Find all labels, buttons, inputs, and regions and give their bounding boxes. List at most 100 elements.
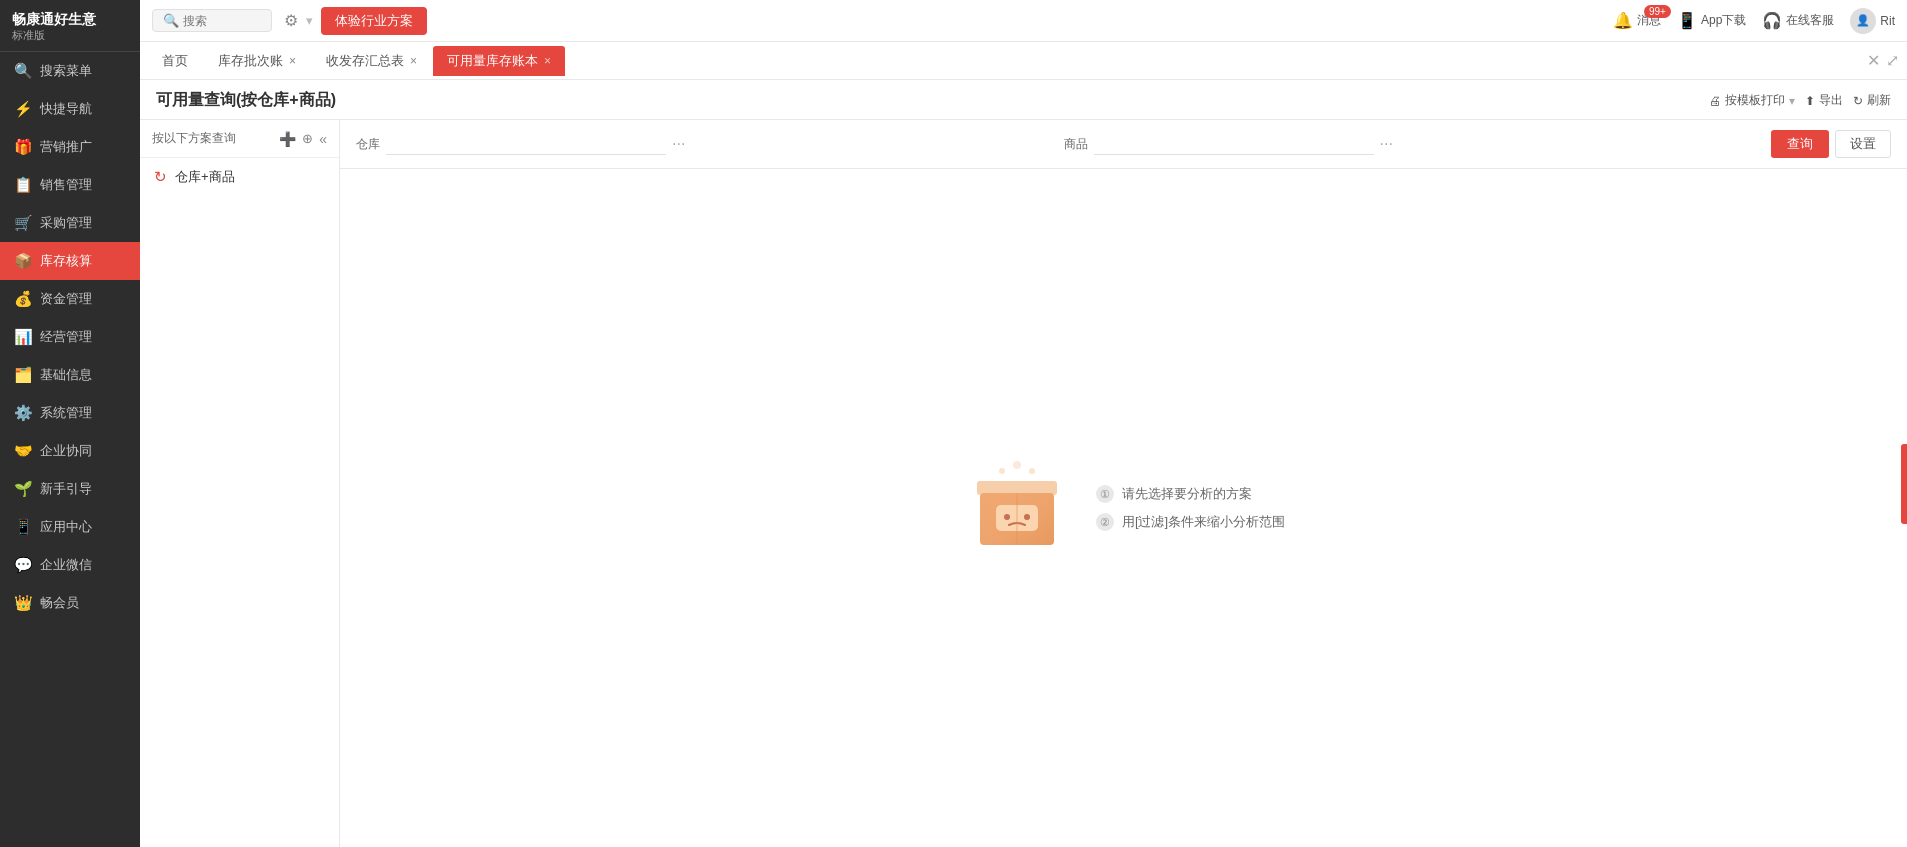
- sidebar-item-sales[interactable]: 📋 销售管理: [0, 166, 140, 204]
- app-name: 畅康通好生意: [12, 10, 128, 28]
- scheme-item-warehouse-product[interactable]: ↻ 仓库+商品: [140, 158, 339, 196]
- svg-point-4: [1004, 514, 1010, 520]
- sidebar-item-newuser[interactable]: 🌱 新手引导: [0, 470, 140, 508]
- print-dropdown-icon[interactable]: ▾: [1789, 94, 1795, 108]
- sidebar-item-label: 畅会员: [40, 594, 79, 612]
- messages-item[interactable]: 🔔 消息 99+: [1613, 11, 1661, 30]
- tab-home-label: 首页: [162, 52, 188, 70]
- product-label: 商品: [1064, 136, 1088, 153]
- app-logo: 畅康通好生意 标准版: [0, 0, 140, 52]
- svg-point-7: [999, 468, 1005, 474]
- scheme-query-label: 按以下方案查询: [152, 130, 236, 147]
- top-header: 🔍 ⚙ ▾ 体验行业方案 🔔 消息 99+ 📱 App下载 🎧 在线客服: [140, 0, 1907, 42]
- svg-point-8: [1013, 461, 1021, 469]
- main-area: 🔍 ⚙ ▾ 体验行业方案 🔔 消息 99+ 📱 App下载 🎧 在线客服: [140, 0, 1907, 847]
- empty-hint-2: ② 用[过滤]条件来缩小分析范围: [1096, 513, 1285, 531]
- gear-icon: ⚙️: [14, 404, 32, 422]
- user-name: Rit: [1880, 14, 1895, 28]
- export-icon: ⬆: [1805, 94, 1815, 108]
- search-input[interactable]: [183, 14, 263, 28]
- customer-service-item[interactable]: 🎧 在线客服: [1762, 11, 1834, 30]
- app-download-label: App下载: [1701, 12, 1746, 29]
- refresh-action[interactable]: ↻ 刷新: [1853, 92, 1891, 109]
- tab-close-all-icon[interactable]: ✕: [1867, 51, 1880, 70]
- sidebar-item-search[interactable]: 🔍 搜索菜单: [0, 52, 140, 90]
- sprout-icon: 🌱: [14, 480, 32, 498]
- settings-button[interactable]: 设置: [1835, 130, 1891, 158]
- refresh-label: 刷新: [1867, 92, 1891, 109]
- empty-hint-1: ① 请先选择要分析的方案: [1096, 485, 1285, 503]
- warehouse-field: 仓库 ···: [356, 134, 1048, 155]
- settings-icon[interactable]: ⚙: [280, 7, 302, 34]
- tab-batch[interactable]: 库存批次账 ×: [204, 46, 310, 76]
- quicknav-icon: ⚡: [14, 100, 32, 118]
- sidebar-item-operations[interactable]: 📊 经营管理: [0, 318, 140, 356]
- sidebar-item-label: 新手引导: [40, 480, 92, 498]
- sidebar-item-label: 快捷导航: [40, 100, 92, 118]
- sidebar-item-wechat[interactable]: 💬 企业微信: [0, 546, 140, 584]
- header-right: 🔔 消息 99+ 📱 App下载 🎧 在线客服 👤 Rit: [1613, 8, 1895, 34]
- chart-icon: 📊: [14, 328, 32, 346]
- panel-header-icons: ➕ ⊕ «: [279, 131, 327, 147]
- refresh-icon: ↻: [1853, 94, 1863, 108]
- sidebar-item-label: 营销推广: [40, 138, 92, 156]
- trial-button[interactable]: 体验行业方案: [321, 7, 427, 35]
- export-action[interactable]: ⬆ 导出: [1805, 92, 1843, 109]
- wechat-icon: 💬: [14, 556, 32, 574]
- empty-state: ① 请先选择要分析的方案 ② 用[过滤]条件来缩小分析范围: [340, 169, 1907, 847]
- messages-badge: 99+: [1644, 5, 1671, 18]
- sidebar-item-quicknav[interactable]: ⚡ 快捷导航: [0, 90, 140, 128]
- settings-scheme-icon[interactable]: ⊕: [302, 131, 313, 147]
- product-input[interactable]: [1094, 134, 1374, 155]
- tab-available-close-icon[interactable]: ×: [544, 54, 551, 68]
- handshake-icon: 🤝: [14, 442, 32, 460]
- sidebar-item-apps[interactable]: 📱 应用中心: [0, 508, 140, 546]
- sidebar-item-label: 销售管理: [40, 176, 92, 194]
- sidebar-item-system[interactable]: ⚙️ 系统管理: [0, 394, 140, 432]
- right-panel: 仓库 ··· 商品 ··· 查询 设置: [340, 120, 1907, 847]
- tab-summary[interactable]: 收发存汇总表 ×: [312, 46, 431, 76]
- tab-batch-close-icon[interactable]: ×: [289, 54, 296, 68]
- clipboard-icon: 📋: [14, 176, 32, 194]
- bell-icon: 🔔: [1613, 11, 1633, 30]
- sidebar-item-enterprise[interactable]: 🤝 企业协同: [0, 432, 140, 470]
- product-field: 商品 ···: [1064, 134, 1756, 155]
- filter-actions: 查询 设置: [1771, 130, 1891, 158]
- sidebar-item-label: 搜索菜单: [40, 62, 92, 80]
- sidebar-item-member[interactable]: 👑 畅会员: [0, 584, 140, 622]
- collapse-panel-icon[interactable]: «: [319, 131, 327, 147]
- product-more-icon[interactable]: ···: [1380, 135, 1393, 153]
- query-button[interactable]: 查询: [1771, 130, 1829, 158]
- sidebar-item-finance[interactable]: 💰 资金管理: [0, 280, 140, 318]
- sidebar-item-basic[interactable]: 🗂️ 基础信息: [0, 356, 140, 394]
- add-scheme-icon[interactable]: ➕: [279, 131, 296, 147]
- warehouse-input[interactable]: [386, 134, 666, 155]
- app-download-item[interactable]: 📱 App下载: [1677, 11, 1746, 30]
- scroll-indicator[interactable]: [1901, 444, 1907, 524]
- svg-rect-0: [977, 481, 1057, 495]
- filter-bar: 仓库 ··· 商品 ··· 查询 设置: [340, 120, 1907, 169]
- print-action[interactable]: 🖨 按模板打印 ▾: [1709, 92, 1795, 109]
- tab-home[interactable]: 首页: [148, 46, 202, 76]
- tab-summary-close-icon[interactable]: ×: [410, 54, 417, 68]
- sidebar-item-purchase[interactable]: 🛒 采购管理: [0, 204, 140, 242]
- empty-text-block: ① 请先选择要分析的方案 ② 用[过滤]条件来缩小分析范围: [1096, 485, 1285, 531]
- gift-icon: 🎁: [14, 138, 32, 156]
- tab-available[interactable]: 可用量库存账本 ×: [433, 46, 565, 76]
- header-search-box[interactable]: 🔍: [152, 9, 272, 32]
- hint-text-2: 用[过滤]条件来缩小分析范围: [1122, 513, 1285, 531]
- tab-batch-label: 库存批次账: [218, 52, 283, 70]
- sidebar: 畅康通好生意 标准版 🔍 搜索菜单 ⚡ 快捷导航 🎁 营销推广 📋 销售管理 🛒…: [0, 0, 140, 847]
- sidebar-item-inventory[interactable]: 📦 库存核算: [0, 242, 140, 280]
- sidebar-item-label: 基础信息: [40, 366, 92, 384]
- sidebar-scroll: 🔍 搜索菜单 ⚡ 快捷导航 🎁 营销推广 📋 销售管理 🛒 采购管理 📦 库存核…: [0, 52, 140, 847]
- tab-expand-icon[interactable]: ⤢: [1886, 51, 1899, 70]
- tab-bar: 首页 库存批次账 × 收发存汇总表 × 可用量库存账本 × ✕ ⤢: [140, 42, 1907, 80]
- sidebar-item-label: 企业微信: [40, 556, 92, 574]
- scheme-refresh-icon: ↻: [154, 168, 167, 186]
- sidebar-item-marketing[interactable]: 🎁 营销推广: [0, 128, 140, 166]
- warehouse-more-icon[interactable]: ···: [672, 135, 685, 153]
- search-magnifier-icon: 🔍: [163, 13, 179, 28]
- dropdown-arrow-icon[interactable]: ▾: [306, 13, 313, 28]
- user-profile[interactable]: 👤 Rit: [1850, 8, 1895, 34]
